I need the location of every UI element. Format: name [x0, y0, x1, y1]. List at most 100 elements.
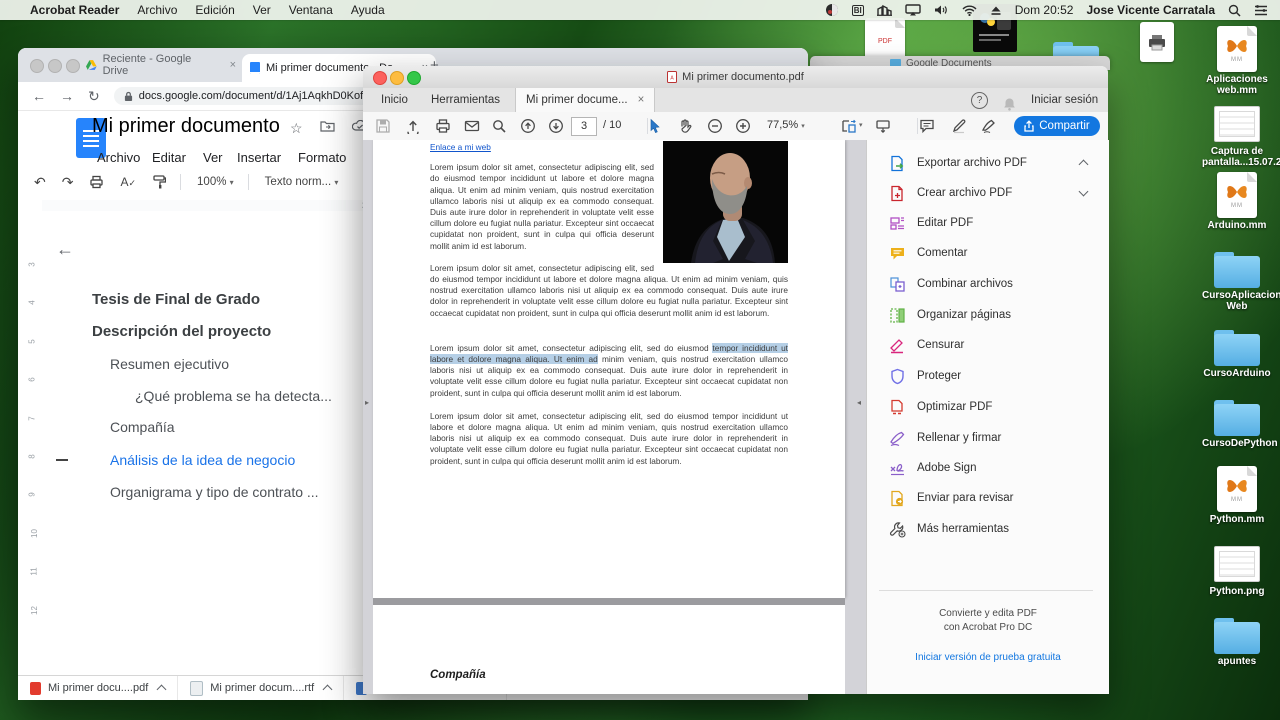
window-close-button[interactable]	[373, 71, 387, 85]
desktop-icon-curso-aplicaciones[interactable]: CursoAplicaciones Web	[1202, 248, 1280, 312]
back-icon[interactable]: ←	[32, 88, 46, 104]
reload-icon[interactable]: ↻	[88, 88, 100, 105]
star-icon[interactable]: ☆	[290, 120, 303, 137]
docs-menu-formato[interactable]: Formato	[298, 150, 346, 165]
right-panel-collapse-icon[interactable]: ◂	[857, 398, 861, 407]
desktop-icon-captura[interactable]: Captura de pantalla...15.07.21	[1202, 100, 1280, 168]
fit-width-icon[interactable]	[841, 118, 857, 134]
undo-icon[interactable]: ↶	[34, 174, 46, 191]
chevron-up-icon[interactable]	[322, 684, 333, 695]
tool-mas-herramientas[interactable]: Más herramientas	[867, 516, 1109, 542]
download-item-rtf[interactable]: Mi primer docum....rtf	[178, 676, 345, 700]
paragraph-style-select[interactable]: Texto norm... ▾	[265, 176, 339, 188]
forward-icon[interactable]: →	[60, 88, 74, 104]
hand-tool-icon[interactable]	[677, 118, 693, 134]
search-icon[interactable]	[491, 118, 507, 134]
notification-center-icon[interactable]	[1254, 4, 1268, 16]
left-panel-expand-icon[interactable]: ▸	[365, 398, 369, 407]
tool-editar-pdf[interactable]: Editar PDF	[867, 210, 1109, 236]
menu-ver[interactable]: Ver	[253, 3, 271, 17]
spotlight-search-icon[interactable]	[1228, 4, 1241, 17]
outline-item[interactable]: Compañía	[110, 419, 175, 435]
tab-inicio[interactable]: Inicio	[381, 88, 408, 112]
chevron-up-icon[interactable]	[1078, 159, 1089, 170]
upload-cloud-icon[interactable]	[405, 118, 421, 134]
eject-icon[interactable]	[990, 5, 1002, 16]
help-icon[interactable]: ?	[971, 92, 988, 109]
outline-item[interactable]: Organigrama y tipo de contrato ...	[110, 484, 319, 500]
tool-rellenar-firmar[interactable]: Rellenar y firmar	[867, 425, 1109, 451]
sign-pen-icon[interactable]	[981, 118, 997, 134]
comment-icon[interactable]	[919, 118, 935, 134]
desktop-icon-curso-arduino[interactable]: CursoArduino	[1202, 326, 1272, 379]
outline-item[interactable]: Resumen ejecutivo	[110, 356, 229, 372]
menu-ventana[interactable]: Ventana	[289, 3, 333, 17]
pencil-icon[interactable]	[951, 118, 967, 134]
user-menu[interactable]: Jose Vicente Carratala	[1086, 3, 1215, 17]
airplay-display-icon[interactable]	[905, 4, 921, 16]
redo-icon[interactable]: ↷	[62, 174, 74, 191]
outline-item[interactable]: ¿Qué problema se ha detecta...	[135, 388, 332, 404]
document-title[interactable]: Mi primer documento	[92, 115, 280, 138]
desktop-file-printer-behind[interactable]	[1140, 22, 1174, 62]
tool-optimizar-pdf[interactable]: Optimizar PDF	[867, 394, 1109, 420]
tool-organizar-paginas[interactable]: Organizar páginas	[867, 302, 1109, 328]
docs-menu-ver[interactable]: Ver	[203, 150, 223, 165]
chevron-up-icon[interactable]	[156, 684, 167, 695]
save-icon[interactable]	[375, 118, 391, 134]
outline-item-active[interactable]: Análisis de la idea de negocio	[110, 452, 295, 468]
desktop-icon-python-mm[interactable]: MM Python.mm	[1202, 466, 1272, 525]
outline-item[interactable]: Tesis de Final de Grado	[92, 291, 260, 308]
tab-close-icon[interactable]: ×	[638, 94, 645, 106]
email-icon[interactable]	[464, 118, 480, 134]
tool-proteger[interactable]: Proteger	[867, 363, 1109, 389]
desktop-icon-aplicaciones-web[interactable]: MM Aplicaciones web.mm	[1202, 26, 1272, 96]
tool-exportar-pdf[interactable]: Exportar archivo PDF	[867, 150, 1109, 176]
outline-item[interactable]: Descripción del proyecto	[92, 323, 271, 340]
desktop-icon-curso-python[interactable]: CursoDePython	[1202, 396, 1278, 449]
desktop-icon-python-png[interactable]: Python.png	[1202, 540, 1272, 597]
menu-archivo[interactable]: Archivo	[137, 3, 177, 17]
tool-comentar[interactable]: Comentar	[867, 240, 1109, 266]
chrome-zoom-button[interactable]	[66, 59, 80, 73]
desktop-icon-apuntes[interactable]: apuntes	[1202, 614, 1272, 667]
select-tool-icon[interactable]	[647, 118, 663, 134]
tool-crear-pdf[interactable]: Crear archivo PDF	[867, 180, 1109, 206]
menu-edicion[interactable]: Edición	[195, 3, 234, 17]
desktop-icon-arduino-mm[interactable]: MM Arduino.mm	[1202, 172, 1272, 231]
zoom-out-icon[interactable]	[707, 118, 723, 134]
tool-censurar[interactable]: Censurar	[867, 332, 1109, 358]
fit-caret-icon[interactable]: ▾	[859, 121, 863, 129]
print-icon[interactable]	[435, 118, 451, 134]
tool-adobe-sign[interactable]: Adobe Sign	[867, 455, 1109, 481]
docs-menu-editar[interactable]: Editar	[152, 150, 186, 165]
spellcheck-icon[interactable]: A✓	[120, 175, 136, 189]
buildings-icon[interactable]	[876, 4, 892, 16]
docs-menu-insertar[interactable]: Insertar	[237, 150, 281, 165]
tool-combinar-archivos[interactable]: Combinar archivos	[867, 271, 1109, 297]
print-icon[interactable]	[89, 175, 104, 189]
trial-link[interactable]: Iniciar versión de prueba gratuita	[867, 652, 1109, 663]
page-up-icon[interactable]	[520, 118, 536, 134]
zoom-level-select[interactable]: 77,5% ▾	[767, 119, 805, 131]
paint-format-icon[interactable]	[152, 175, 167, 189]
docs-menu-archivo[interactable]: Archivo	[97, 150, 140, 165]
scrolling-mode-icon[interactable]	[875, 118, 891, 134]
zoom-select[interactable]: 100% ▾	[197, 176, 234, 188]
chrome-minimize-button[interactable]	[48, 59, 62, 73]
tool-enviar-revisar[interactable]: Enviar para revisar	[867, 485, 1109, 511]
tab-document-active[interactable]: Mi primer docume... ×	[515, 88, 656, 112]
sign-in-button[interactable]: Iniciar sesión	[1031, 88, 1098, 112]
menu-ayuda[interactable]: Ayuda	[351, 3, 385, 17]
download-item-pdf[interactable]: Mi primer docu....pdf	[18, 676, 179, 700]
page-number-input[interactable]: 3	[571, 117, 597, 136]
tab-close-icon[interactable]: ×	[230, 59, 236, 71]
volume-icon[interactable]	[934, 4, 949, 16]
window-minimize-button[interactable]	[390, 71, 404, 85]
boot-camp-icon[interactable]: BI	[851, 4, 864, 16]
chevron-down-icon[interactable]	[1078, 186, 1089, 197]
tab-herramientas[interactable]: Herramientas	[431, 88, 500, 112]
pdf-document-area[interactable]: Enlace a mi web Lorem ipsum dolor sit am…	[363, 140, 866, 694]
app-menu-title[interactable]: Acrobat Reader	[30, 3, 119, 17]
zoom-in-icon[interactable]	[735, 118, 751, 134]
